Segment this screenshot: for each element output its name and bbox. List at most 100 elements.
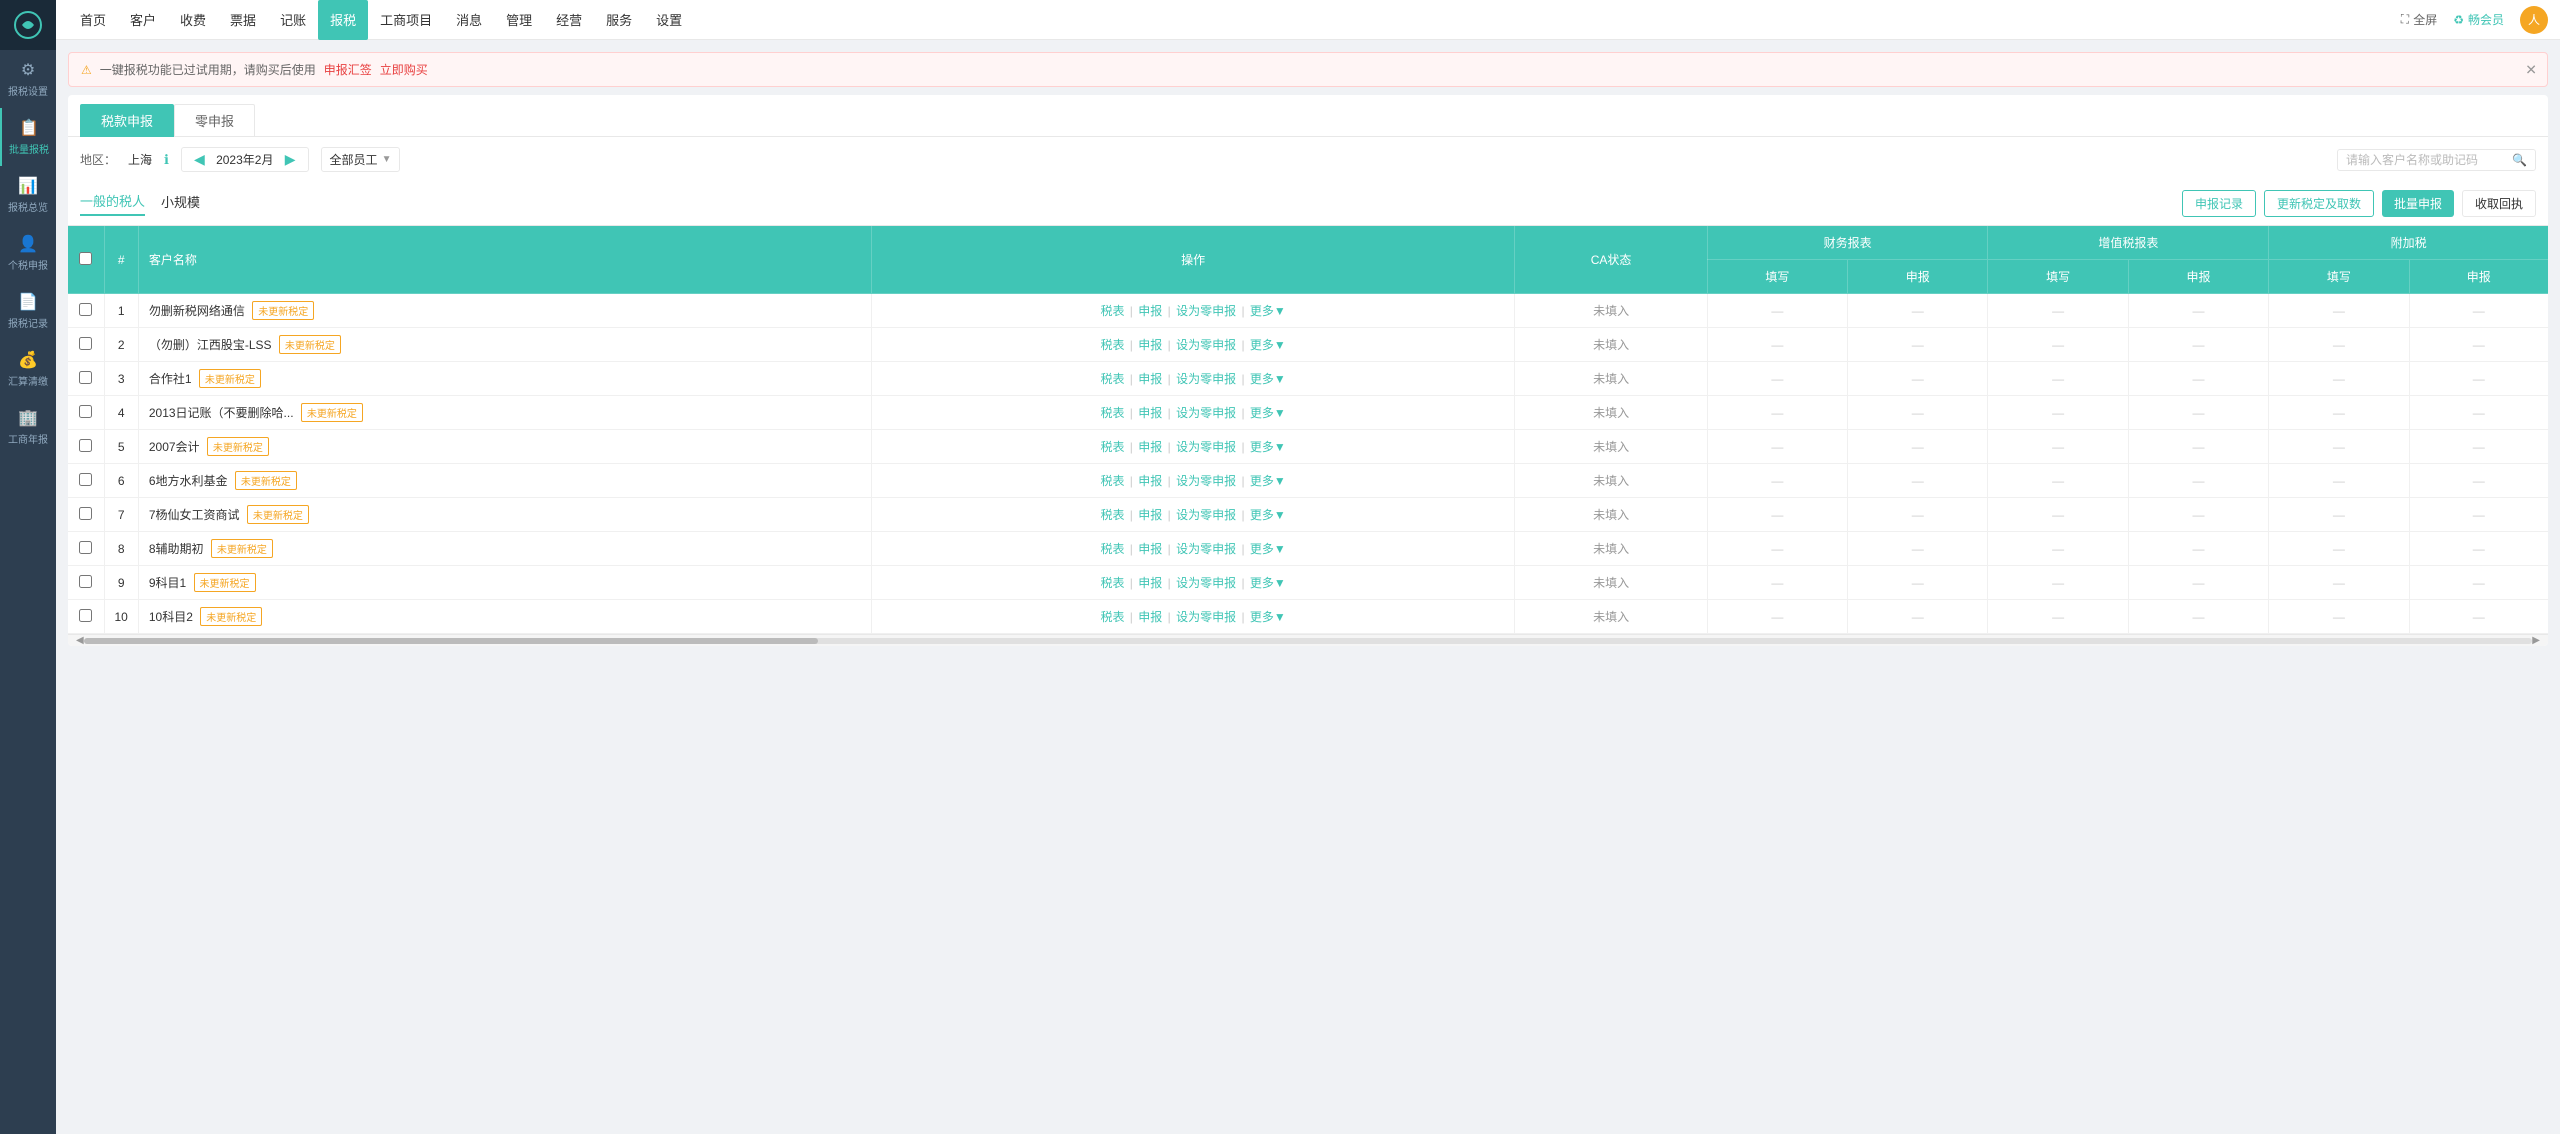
row-checkbox[interactable]	[79, 371, 92, 384]
op-more[interactable]: 更多▼	[1250, 372, 1286, 386]
trial-link2[interactable]: 立即购买	[380, 61, 428, 78]
op-tax-form[interactable]: 税表	[1100, 610, 1124, 624]
info-icon[interactable]: ℹ	[164, 152, 169, 168]
nav-invoice[interactable]: 票据	[218, 0, 268, 40]
op-more[interactable]: 更多▼	[1250, 338, 1286, 352]
op-tax-form[interactable]: 税表	[1100, 542, 1124, 556]
row-ca-status: 未填入	[1515, 464, 1707, 498]
op-more[interactable]: 更多▼	[1250, 406, 1286, 420]
th-finance-report: 财务报表	[1707, 226, 1988, 260]
table-row: 3 合作社1 未更新税定 税表 | 申报 | 设为零申报 | 更多▼ 未填入 —…	[68, 362, 2548, 396]
btn-declaration-record[interactable]: 申报记录	[2182, 190, 2256, 217]
scroll-thumb[interactable]	[84, 638, 819, 644]
nav-message[interactable]: 消息	[444, 0, 494, 40]
sidebar-item-gongshang[interactable]: 🏢 工商年报	[0, 398, 56, 456]
op-more[interactable]: 更多▼	[1250, 508, 1286, 522]
nav-settings[interactable]: 设置	[644, 0, 694, 40]
op-tax-form[interactable]: 税表	[1100, 406, 1124, 420]
sidebar-item-geshui[interactable]: 👤 个税申报	[0, 224, 56, 282]
op-tax-form[interactable]: 税表	[1100, 372, 1124, 386]
row-checkbox[interactable]	[79, 405, 92, 418]
scroll-track[interactable]	[84, 638, 2533, 644]
horizontal-scrollbar[interactable]: ◀ ▶	[68, 634, 2548, 646]
op-declare[interactable]: 申报	[1138, 338, 1162, 352]
search-button[interactable]: 🔍	[2512, 153, 2527, 167]
op-more[interactable]: 更多▼	[1250, 542, 1286, 556]
row-checkbox[interactable]	[79, 303, 92, 316]
btn-collect-receipt[interactable]: 收取回执	[2462, 190, 2536, 217]
user-avatar[interactable]: 人	[2520, 6, 2548, 34]
staff-selector[interactable]: 全部员工 ▼	[321, 147, 401, 172]
row-checkbox[interactable]	[79, 439, 92, 452]
nav-manage[interactable]: 管理	[494, 0, 544, 40]
op-declare[interactable]: 申报	[1138, 372, 1162, 386]
op-more[interactable]: 更多▼	[1250, 576, 1286, 590]
subtab-small[interactable]: 小规模	[161, 192, 200, 215]
op-zero-declare[interactable]: 设为零申报	[1176, 508, 1236, 522]
op-tax-form[interactable]: 税表	[1100, 576, 1124, 590]
op-zero-declare[interactable]: 设为零申报	[1176, 406, 1236, 420]
nav-service[interactable]: 服务	[594, 0, 644, 40]
row-checkbox[interactable]	[79, 473, 92, 486]
row-checkbox[interactable]	[79, 541, 92, 554]
subtab-general[interactable]: 一般的税人	[80, 191, 145, 216]
op-zero-declare[interactable]: 设为零申报	[1176, 474, 1236, 488]
row-checkbox[interactable]	[79, 507, 92, 520]
sidebar-item-huisuanqingjiao[interactable]: 💰 汇算清缴	[0, 340, 56, 398]
nav-tax[interactable]: 报税	[318, 0, 368, 40]
row-checkbox[interactable]	[79, 609, 92, 622]
date-next-button[interactable]: ▶	[281, 151, 300, 168]
tab-zero-declaration[interactable]: 零申报	[174, 104, 255, 137]
trial-link1[interactable]: 申报汇签	[324, 61, 372, 78]
scroll-right-icon[interactable]: ▶	[2532, 635, 2540, 646]
sidebar-item-baoshuijilu[interactable]: 📄 报税记录	[0, 282, 56, 340]
banner-close-button[interactable]: ✕	[2525, 61, 2537, 78]
nav-industrial[interactable]: 工商项目	[368, 0, 444, 40]
op-tax-form[interactable]: 税表	[1100, 338, 1124, 352]
op-zero-declare[interactable]: 设为零申报	[1176, 372, 1236, 386]
nav-bookkeeping[interactable]: 记账	[268, 0, 318, 40]
nav-customer[interactable]: 客户	[118, 0, 168, 40]
scroll-left-icon[interactable]: ◀	[76, 635, 84, 646]
op-zero-declare[interactable]: 设为零申报	[1176, 542, 1236, 556]
row-checkbox[interactable]	[79, 575, 92, 588]
op-more[interactable]: 更多▼	[1250, 440, 1286, 454]
search-input[interactable]	[2346, 153, 2506, 167]
upgrade-button[interactable]: ♻ 畅会员	[2453, 11, 2504, 28]
sidebar-item-baoshuizonglan[interactable]: 📊 报税总览	[0, 166, 56, 224]
page-main: ⚠ 一键报税功能已过试用期，请购买后使用 申报汇签 立即购买 ✕ 税款申报 零申…	[56, 40, 2560, 1134]
op-declare[interactable]: 申报	[1138, 508, 1162, 522]
nav-fee[interactable]: 收费	[168, 0, 218, 40]
tab-tax-declaration[interactable]: 税款申报	[80, 104, 174, 137]
op-declare[interactable]: 申报	[1138, 542, 1162, 556]
btn-batch-declare[interactable]: 批量申报	[2382, 190, 2454, 217]
op-tax-form[interactable]: 税表	[1100, 508, 1124, 522]
op-more[interactable]: 更多▼	[1250, 474, 1286, 488]
sidebar-item-piliangshuishui[interactable]: 📋 批量报税	[0, 108, 56, 166]
op-declare[interactable]: 申报	[1138, 406, 1162, 420]
op-tax-form[interactable]: 税表	[1100, 304, 1124, 318]
op-declare[interactable]: 申报	[1138, 610, 1162, 624]
op-zero-declare[interactable]: 设为零申报	[1176, 576, 1236, 590]
btn-update-fetch[interactable]: 更新税定及取数	[2264, 190, 2374, 217]
op-tax-form[interactable]: 税表	[1100, 440, 1124, 454]
op-declare[interactable]: 申报	[1138, 304, 1162, 318]
date-prev-button[interactable]: ◀	[190, 151, 209, 168]
op-zero-declare[interactable]: 设为零申报	[1176, 304, 1236, 318]
op-zero-declare[interactable]: 设为零申报	[1176, 338, 1236, 352]
op-more[interactable]: 更多▼	[1250, 304, 1286, 318]
nav-operation[interactable]: 经营	[544, 0, 594, 40]
op-zero-declare[interactable]: 设为零申报	[1176, 610, 1236, 624]
row-checkbox[interactable]	[79, 337, 92, 350]
nav-home[interactable]: 首页	[68, 0, 118, 40]
sidebar-item-baoshuishezhi[interactable]: ⚙ 报税设置	[0, 50, 56, 108]
op-zero-declare[interactable]: 设为零申报	[1176, 440, 1236, 454]
unverified-tag: 未更新税定	[247, 505, 309, 524]
fullscreen-button[interactable]: ⛶ 全屏	[2401, 11, 2437, 28]
op-declare[interactable]: 申报	[1138, 576, 1162, 590]
op-declare[interactable]: 申报	[1138, 474, 1162, 488]
op-more[interactable]: 更多▼	[1250, 610, 1286, 624]
op-tax-form[interactable]: 税表	[1100, 474, 1124, 488]
select-all-checkbox[interactable]	[79, 252, 92, 265]
op-declare[interactable]: 申报	[1138, 440, 1162, 454]
